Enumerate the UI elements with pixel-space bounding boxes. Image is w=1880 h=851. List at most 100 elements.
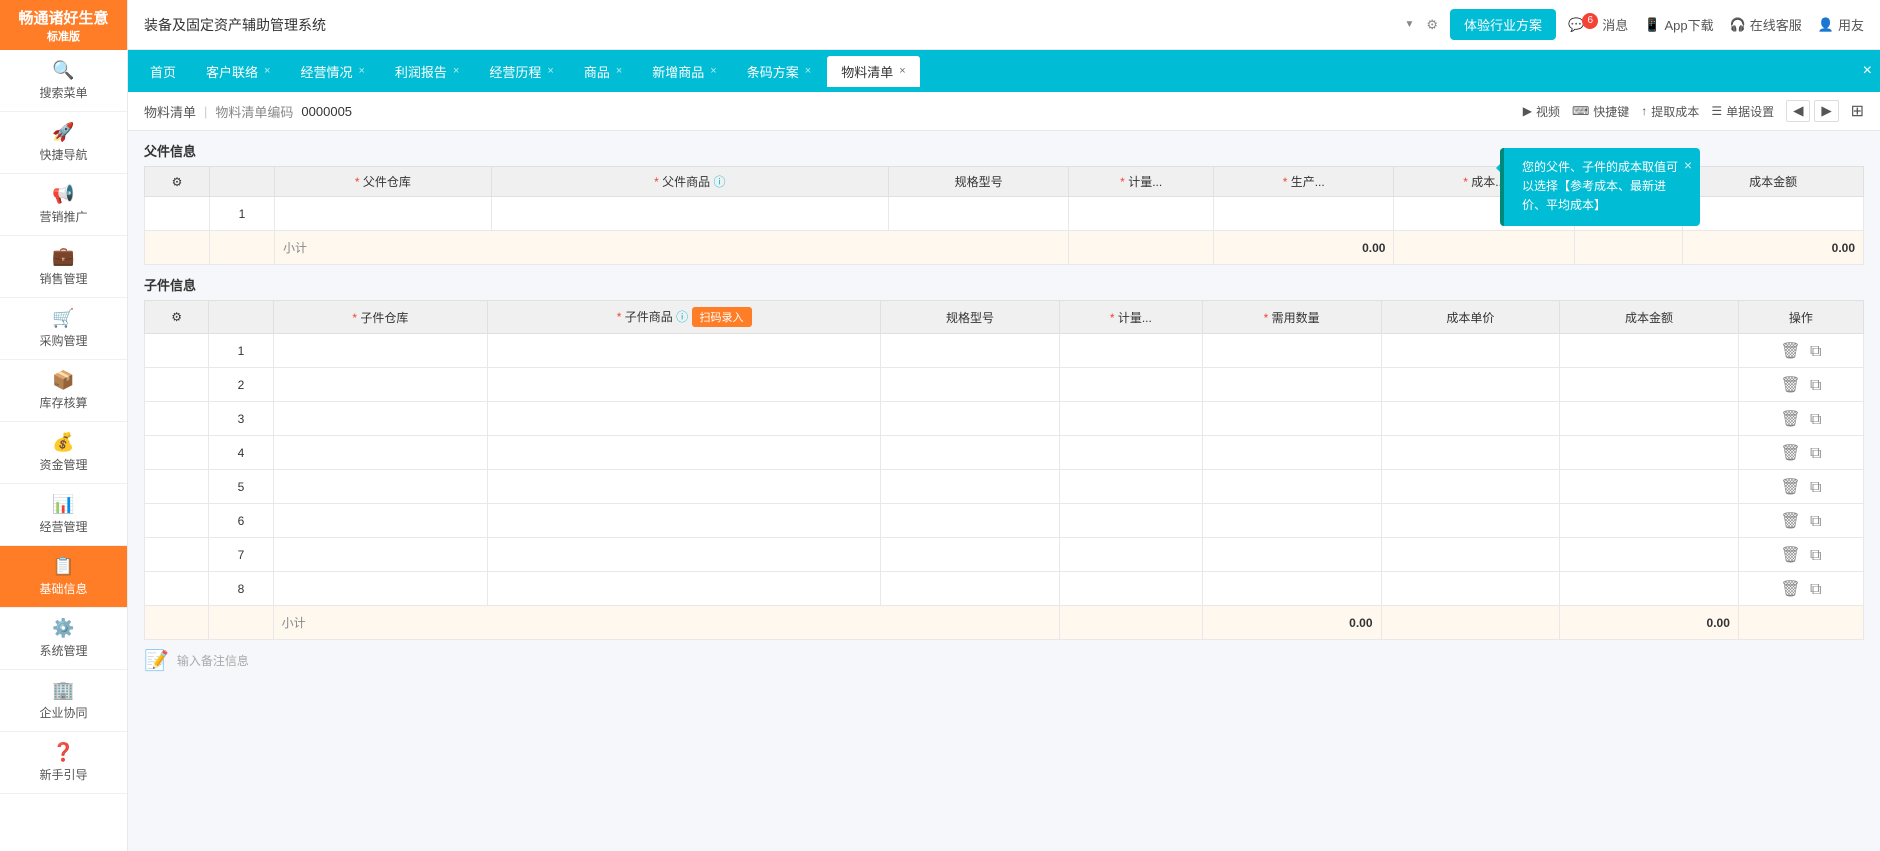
delete-row-button[interactable]: 🗑 bbox=[1777, 511, 1803, 531]
tab-new-goods[interactable]: 新增商品 × bbox=[638, 56, 730, 87]
sidebar-item-basic[interactable]: 📋 基础信息 bbox=[0, 546, 127, 608]
online-service-button[interactable]: 🎧 在线客服 bbox=[1730, 15, 1802, 34]
child-row-qty[interactable] bbox=[1202, 504, 1381, 538]
parent-row-unit[interactable] bbox=[1069, 197, 1213, 231]
sidebar-item-system[interactable]: ⚙️ 系统管理 bbox=[0, 608, 127, 670]
copy-row-button[interactable]: ⧉ bbox=[1807, 581, 1824, 599]
child-row-unit-cost[interactable] bbox=[1381, 334, 1560, 368]
child-row-qty[interactable] bbox=[1202, 368, 1381, 402]
tooltip-close-button[interactable]: × bbox=[1684, 154, 1692, 176]
extract-cost-button[interactable]: ↑ 提取成本 bbox=[1641, 103, 1699, 120]
scan-input-button[interactable]: 扫码录入 bbox=[692, 307, 752, 327]
child-row-unit[interactable] bbox=[1059, 436, 1202, 470]
parent-row-product[interactable] bbox=[491, 197, 888, 231]
child-row-product[interactable] bbox=[488, 334, 881, 368]
child-row-unit-cost[interactable] bbox=[1381, 572, 1560, 606]
child-row-spec[interactable] bbox=[881, 572, 1060, 606]
copy-row-button[interactable]: ⧉ bbox=[1807, 513, 1824, 531]
tab-home[interactable]: 首页 bbox=[136, 56, 190, 87]
parent-th-settings[interactable]: ⚙ bbox=[145, 167, 210, 197]
parent-row-warehouse[interactable] bbox=[275, 197, 492, 231]
gear-settings-icon[interactable]: ⚙ bbox=[1426, 17, 1438, 33]
child-row-spec[interactable] bbox=[881, 368, 1060, 402]
copy-row-button[interactable]: ⧉ bbox=[1807, 411, 1824, 429]
single-setting-button[interactable]: ☰ 单据设置 bbox=[1711, 103, 1774, 120]
delete-row-button[interactable]: 🗑 bbox=[1777, 545, 1803, 565]
tab-operation-status[interactable]: 经营情况 × bbox=[286, 56, 378, 87]
sidebar-item-enterprise[interactable]: 🏢 企业协同 bbox=[0, 670, 127, 732]
child-th-settings[interactable]: ⚙ bbox=[145, 301, 209, 334]
child-row-warehouse[interactable] bbox=[273, 470, 487, 504]
delete-row-button[interactable]: 🗑 bbox=[1777, 341, 1803, 361]
sidebar-item-search[interactable]: 🔍 搜索菜单 bbox=[0, 50, 127, 112]
trial-button[interactable]: 体验行业方案 bbox=[1450, 9, 1556, 40]
app-download-button[interactable]: 📱 App下载 bbox=[1644, 15, 1713, 34]
delete-row-button[interactable]: 🗑 bbox=[1777, 443, 1803, 463]
message-button[interactable]: 💬 6 消息 bbox=[1568, 15, 1628, 34]
child-row-spec[interactable] bbox=[881, 538, 1060, 572]
close-icon[interactable]: × bbox=[899, 65, 905, 77]
child-row-product[interactable] bbox=[488, 402, 881, 436]
child-row-product[interactable] bbox=[488, 368, 881, 402]
child-row-qty[interactable] bbox=[1202, 436, 1381, 470]
view-video-button[interactable]: ▶ 视频 bbox=[1523, 103, 1560, 120]
sidebar-item-operation[interactable]: 📊 经营管理 bbox=[0, 484, 127, 546]
sidebar-item-sales[interactable]: 💼 销售管理 bbox=[0, 236, 127, 298]
child-row-warehouse[interactable] bbox=[273, 538, 487, 572]
child-row-spec[interactable] bbox=[881, 334, 1060, 368]
child-row-unit[interactable] bbox=[1059, 334, 1202, 368]
close-icon[interactable]: × bbox=[264, 65, 270, 77]
child-row-product[interactable] bbox=[488, 470, 881, 504]
copy-row-button[interactable]: ⧉ bbox=[1807, 343, 1824, 361]
child-row-qty[interactable] bbox=[1202, 334, 1381, 368]
child-row-warehouse[interactable] bbox=[273, 504, 487, 538]
sidebar-item-guide[interactable]: ❓ 新手引导 bbox=[0, 732, 127, 794]
child-row-product[interactable] bbox=[488, 436, 881, 470]
close-tab-all-button[interactable]: × bbox=[1863, 62, 1872, 80]
parent-row-spec[interactable] bbox=[888, 197, 1069, 231]
child-row-warehouse[interactable] bbox=[273, 572, 487, 606]
child-row-unit[interactable] bbox=[1059, 572, 1202, 606]
child-row-warehouse[interactable] bbox=[273, 436, 487, 470]
delete-row-button[interactable]: 🗑 bbox=[1777, 409, 1803, 429]
child-row-unit[interactable] bbox=[1059, 470, 1202, 504]
tab-operation-history[interactable]: 经营历程 × bbox=[475, 56, 567, 87]
tab-profit[interactable]: 利润报告 × bbox=[381, 56, 473, 87]
child-row-unit-cost[interactable] bbox=[1381, 470, 1560, 504]
child-row-spec[interactable] bbox=[881, 402, 1060, 436]
child-row-spec[interactable] bbox=[881, 504, 1060, 538]
user-button[interactable]: 👤 用友 bbox=[1818, 15, 1864, 34]
sidebar-item-finance[interactable]: 💰 资金管理 bbox=[0, 422, 127, 484]
child-row-unit[interactable] bbox=[1059, 538, 1202, 572]
sidebar-item-quick-nav[interactable]: 🚀 快捷导航 bbox=[0, 112, 127, 174]
copy-row-button[interactable]: ⧉ bbox=[1807, 377, 1824, 395]
parent-row-production[interactable] bbox=[1213, 197, 1394, 231]
child-row-product[interactable] bbox=[488, 538, 881, 572]
close-icon[interactable]: × bbox=[805, 65, 811, 77]
child-row-unit[interactable] bbox=[1059, 402, 1202, 436]
child-row-qty[interactable] bbox=[1202, 470, 1381, 504]
copy-row-button[interactable]: ⧉ bbox=[1807, 547, 1824, 565]
child-row-qty[interactable] bbox=[1202, 538, 1381, 572]
close-icon[interactable]: × bbox=[453, 65, 459, 77]
tab-customer[interactable]: 客户联络 × bbox=[192, 56, 284, 87]
sidebar-item-stock[interactable]: 📦 库存核算 bbox=[0, 360, 127, 422]
child-row-product[interactable] bbox=[488, 504, 881, 538]
close-icon[interactable]: × bbox=[547, 65, 553, 77]
copy-row-button[interactable]: ⧉ bbox=[1807, 445, 1824, 463]
child-row-product[interactable] bbox=[488, 572, 881, 606]
close-icon[interactable]: × bbox=[710, 65, 716, 77]
sidebar-item-purchase[interactable]: 🛒 采购管理 bbox=[0, 298, 127, 360]
child-row-unit-cost[interactable] bbox=[1381, 538, 1560, 572]
child-row-warehouse[interactable] bbox=[273, 402, 487, 436]
child-row-unit-cost[interactable] bbox=[1381, 436, 1560, 470]
tab-goods[interactable]: 商品 × bbox=[570, 56, 636, 87]
sidebar-item-marketing[interactable]: 📢 营销推广 bbox=[0, 174, 127, 236]
shortcut-button[interactable]: ⌨ 快捷键 bbox=[1572, 103, 1629, 120]
copy-row-button[interactable]: ⧉ bbox=[1807, 479, 1824, 497]
delete-row-button[interactable]: 🗑 bbox=[1777, 477, 1803, 497]
child-row-qty[interactable] bbox=[1202, 402, 1381, 436]
child-row-unit-cost[interactable] bbox=[1381, 368, 1560, 402]
close-icon[interactable]: × bbox=[358, 65, 364, 77]
child-row-unit[interactable] bbox=[1059, 368, 1202, 402]
